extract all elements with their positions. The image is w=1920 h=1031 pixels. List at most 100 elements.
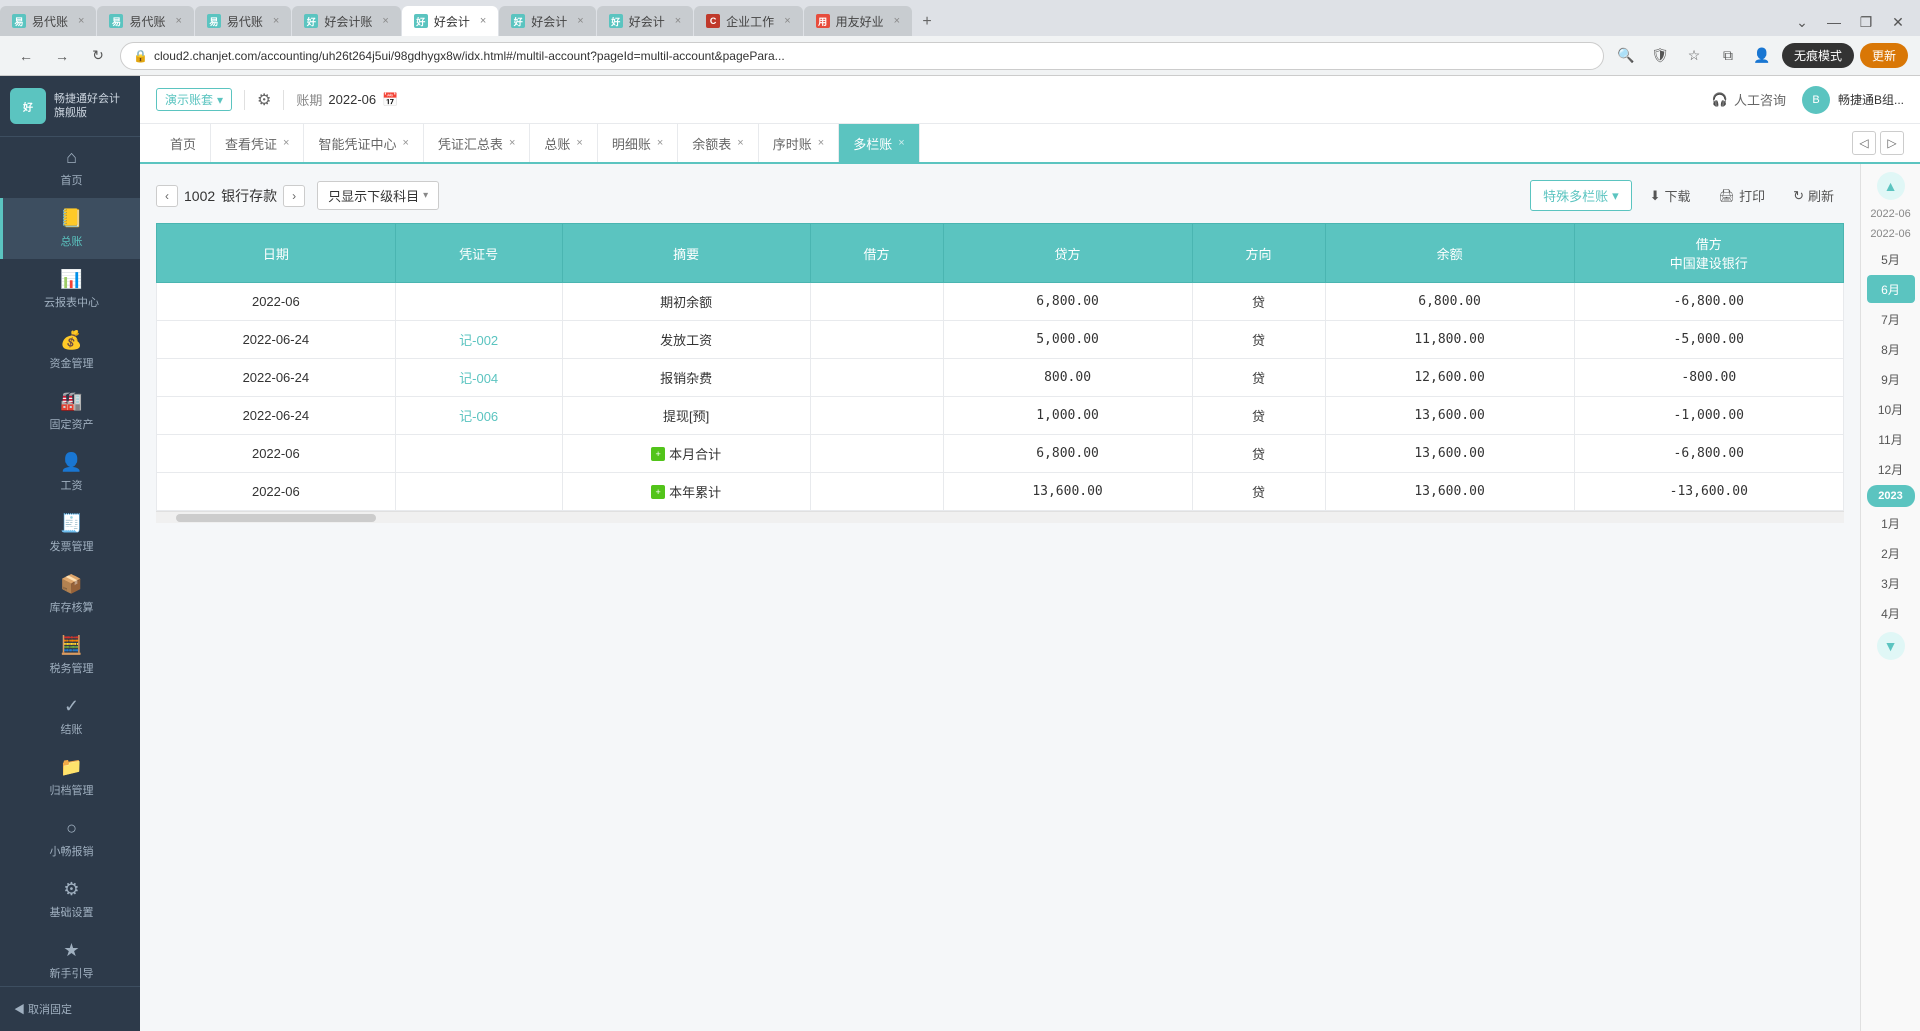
- calendar-down-button[interactable]: ▼: [1877, 632, 1905, 660]
- tab-smart-voucher-close[interactable]: ×: [402, 137, 408, 149]
- cell-summary-2: 发放工资: [562, 321, 810, 359]
- minimize-button[interactable]: —: [1820, 8, 1848, 36]
- tab-balance-table-close[interactable]: ×: [737, 137, 743, 149]
- restore-button[interactable]: ❐: [1852, 8, 1880, 36]
- tab-detail-ledger[interactable]: 明细账 ×: [598, 124, 678, 163]
- horizontal-scrollbar[interactable]: [156, 511, 1844, 523]
- tab-close-8[interactable]: ×: [784, 15, 790, 27]
- sidebar-item-invoice[interactable]: 🧾 发票管理: [0, 503, 140, 564]
- calendar-month-5[interactable]: 5月: [1867, 245, 1915, 273]
- collapse-button[interactable]: ◁: [1852, 131, 1876, 155]
- calendar-month-12[interactable]: 12月: [1867, 455, 1915, 483]
- browser-tab-9[interactable]: 用 用友好业 ×: [804, 6, 912, 36]
- scroll-thumb[interactable]: [176, 514, 376, 522]
- sidebar-item-home[interactable]: ⌂ 首页: [0, 137, 140, 198]
- print-button[interactable]: 🖨 打印: [1709, 181, 1776, 210]
- calendar-month-2023-3[interactable]: 3月: [1867, 569, 1915, 597]
- calendar-month-7[interactable]: 7月: [1867, 305, 1915, 333]
- sidebar-item-close[interactable]: ✓ 结账: [0, 686, 140, 747]
- sidebar-item-guide[interactable]: ★ 新手引导: [0, 930, 140, 986]
- subsidiary-filter[interactable]: 只显示下级科目 ▾: [317, 181, 439, 210]
- sidebar-item-inventory[interactable]: 📦 库存核算: [0, 564, 140, 625]
- tab-close-9[interactable]: ×: [894, 15, 900, 27]
- prev-account-button[interactable]: ‹: [156, 185, 178, 207]
- sidebar-item-settings[interactable]: ⚙ 基础设置: [0, 869, 140, 930]
- calendar-month-10[interactable]: 10月: [1867, 395, 1915, 423]
- multi-col-button[interactable]: 特殊多栏账 ▾: [1530, 180, 1632, 211]
- unpin-button[interactable]: ◀ 取消固定: [8, 995, 132, 1023]
- shield-icon[interactable]: 🛡: [1646, 42, 1674, 70]
- calendar-month-11[interactable]: 11月: [1867, 425, 1915, 453]
- browser-tab-5[interactable]: 好 好会计 ×: [402, 6, 498, 36]
- tab-close-2[interactable]: ×: [175, 15, 181, 27]
- tab-sequence-ledger-close[interactable]: ×: [818, 137, 824, 149]
- tab-close-7[interactable]: ×: [675, 15, 681, 27]
- sidebar-item-funds[interactable]: 💰 资金管理: [0, 320, 140, 381]
- tab-general-ledger[interactable]: 总账 ×: [530, 124, 597, 163]
- star-icon[interactable]: ☆: [1680, 42, 1708, 70]
- calendar-month-6[interactable]: 6月: [1867, 275, 1915, 303]
- profile-icon[interactable]: 👤: [1748, 42, 1776, 70]
- calendar-icon[interactable]: 📅: [382, 92, 398, 108]
- sidebar-item-archive[interactable]: 📁 归档管理: [0, 747, 140, 808]
- tab-multi-col-close[interactable]: ×: [898, 137, 904, 149]
- tab-list-button[interactable]: ⌄: [1788, 8, 1816, 36]
- tab-voucher-summary[interactable]: 凭证汇总表 ×: [424, 124, 530, 163]
- calendar-month-2023-1[interactable]: 1月: [1867, 509, 1915, 537]
- tab-smart-voucher[interactable]: 智能凭证中心 ×: [304, 124, 423, 163]
- browser-tab-7[interactable]: 好 好会计 ×: [597, 6, 693, 36]
- calendar-up-button[interactable]: ▲: [1877, 172, 1905, 200]
- tab-home[interactable]: 首页: [156, 124, 211, 163]
- expand-button[interactable]: ▷: [1880, 131, 1904, 155]
- calendar-month-8[interactable]: 8月: [1867, 335, 1915, 363]
- tab-view-voucher-close[interactable]: ×: [283, 137, 289, 149]
- refresh-browser-button[interactable]: ↻: [84, 42, 112, 70]
- browser-tab-8[interactable]: C 企业工作 ×: [694, 6, 802, 36]
- back-button[interactable]: ←: [12, 42, 40, 70]
- voucher-link-2[interactable]: 记-002: [459, 333, 498, 348]
- sidebar-item-ledger[interactable]: 📒 总账: [0, 198, 140, 259]
- next-account-button[interactable]: ›: [283, 185, 305, 207]
- tab-multi-col[interactable]: 多栏账 ×: [839, 124, 919, 163]
- close-window-button[interactable]: ✕: [1884, 8, 1912, 36]
- voucher-link-4[interactable]: 记-006: [459, 409, 498, 424]
- settings-gear-icon[interactable]: ⚙: [257, 90, 271, 110]
- sidebar-item-assets[interactable]: 🏭 固定资产: [0, 381, 140, 442]
- browser-tab-4[interactable]: 好 好会计账 ×: [292, 6, 400, 36]
- sidebar-item-reports[interactable]: 📊 云报表中心: [0, 259, 140, 320]
- update-button[interactable]: 更新: [1860, 43, 1908, 68]
- url-bar[interactable]: 🔒 cloud2.chanjet.com/accounting/uh26t264…: [120, 42, 1604, 70]
- tab-close-6[interactable]: ×: [577, 15, 583, 27]
- browser-tab-3[interactable]: 易 易代账 ×: [195, 6, 291, 36]
- close-books-icon: ✓: [64, 696, 79, 717]
- voucher-link-3[interactable]: 记-004: [459, 371, 498, 386]
- calendar-month-2023-2[interactable]: 2月: [1867, 539, 1915, 567]
- forward-button[interactable]: →: [48, 42, 76, 70]
- search-icon[interactable]: 🔍: [1612, 42, 1640, 70]
- sidebar-item-xiaochang[interactable]: ○ 小畅报销: [0, 808, 140, 869]
- demo-badge[interactable]: 演示账套 ▾: [156, 88, 232, 111]
- refresh-ledger-button[interactable]: ↻ 刷新: [1783, 181, 1844, 210]
- consult-button[interactable]: 🎧 人工咨询: [1712, 90, 1786, 109]
- browser-tab-1[interactable]: 易 易代账 ×: [0, 6, 96, 36]
- tab-sequence-ledger[interactable]: 序时账 ×: [759, 124, 839, 163]
- tab-view-voucher[interactable]: 查看凭证 ×: [211, 124, 304, 163]
- tab-close-1[interactable]: ×: [78, 15, 84, 27]
- split-view-icon[interactable]: ⧉: [1714, 42, 1742, 70]
- sidebar-item-tax[interactable]: 🧮 税务管理: [0, 625, 140, 686]
- stealth-mode-button[interactable]: 无痕模式: [1782, 43, 1854, 68]
- browser-tab-2[interactable]: 易 易代账 ×: [97, 6, 193, 36]
- tab-close-3[interactable]: ×: [273, 15, 279, 27]
- sidebar-item-salary[interactable]: 👤 工资: [0, 442, 140, 503]
- tab-close-5[interactable]: ×: [480, 15, 486, 27]
- tab-close-4[interactable]: ×: [382, 15, 388, 27]
- download-button[interactable]: ⬇ 下载: [1640, 181, 1701, 210]
- tab-voucher-summary-close[interactable]: ×: [509, 137, 515, 149]
- calendar-month-2023-4[interactable]: 4月: [1867, 599, 1915, 627]
- new-tab-button[interactable]: +: [913, 8, 941, 36]
- tab-general-ledger-close[interactable]: ×: [576, 137, 582, 149]
- browser-tab-6[interactable]: 好 好会计 ×: [499, 6, 595, 36]
- calendar-month-9[interactable]: 9月: [1867, 365, 1915, 393]
- tab-balance-table[interactable]: 余额表 ×: [678, 124, 758, 163]
- tab-detail-ledger-close[interactable]: ×: [657, 137, 663, 149]
